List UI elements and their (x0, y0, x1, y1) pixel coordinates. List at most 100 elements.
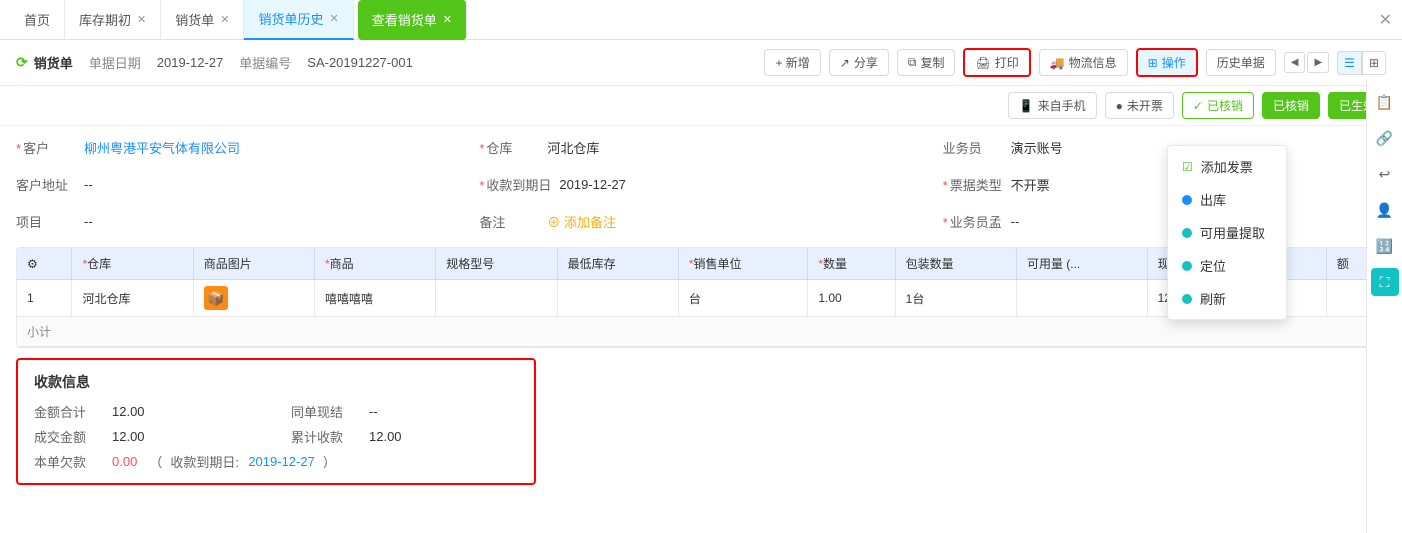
operate-button[interactable]: ⊞ 操作 (1136, 48, 1198, 77)
due-date-value: 2019-12-27 (559, 177, 626, 192)
outbound-icon (1182, 195, 1192, 205)
dropdown-menu: ☑ 添加发票 出库 可用量提取 定位 刷新 (1167, 145, 1287, 320)
notes-row: 备注 ⊕ 添加备注 (479, 212, 922, 231)
prev-button[interactable]: ◀ (1284, 52, 1306, 73)
customer-row: 客户 柳州粤港平安气体有限公司 (16, 138, 459, 157)
col-pkg-qty: 包装数量 (895, 248, 1016, 280)
tab-bar: 首页 库存期初 ✕ 销货单 ✕ 销货单历史 ✕ 查看销货单 ✕ ✕ (0, 0, 1402, 40)
col-gear[interactable]: ⚙ (17, 248, 72, 280)
check-icon: ✓ (1193, 99, 1203, 113)
project-row: 项目 -- (16, 212, 459, 231)
project-label: 项目 (16, 212, 76, 231)
locate-icon (1182, 261, 1192, 271)
tab-view-sales-close[interactable]: ✕ (443, 13, 452, 26)
history-button[interactable]: 历史单据 (1206, 49, 1276, 76)
tab-sales-order-close[interactable]: ✕ (220, 13, 229, 26)
add-notes-button[interactable]: ⊕ 添加备注 (547, 212, 616, 231)
next-button[interactable]: ▶ (1307, 52, 1329, 73)
tab-sales-order[interactable]: 销货单 ✕ (161, 0, 244, 40)
refresh-icon (1182, 294, 1192, 304)
owe-label: 本单欠款 (34, 452, 104, 471)
row-spec (436, 280, 557, 317)
confirmed-button[interactable]: ✓ 已核销 (1182, 92, 1254, 119)
deal-amount-label: 成交金额 (34, 427, 104, 446)
print-icon: 🖨 (975, 56, 990, 70)
row-product: 嘻嘻嘻嘻 (315, 280, 436, 317)
logistics-button[interactable]: 🚚 物流信息 (1039, 49, 1128, 76)
panel-user-icon[interactable]: 👤 (1371, 196, 1399, 224)
staff2-row: 业务员孟 -- (943, 212, 1386, 231)
owe-note-prefix: （ (149, 452, 162, 471)
panel-list-icon[interactable]: 🔢 (1371, 232, 1399, 260)
list-view-button[interactable]: ☰ (1337, 51, 1362, 75)
share-button[interactable]: ↗ 分享 (829, 49, 889, 76)
dropdown-available-qty[interactable]: 可用量提取 (1168, 216, 1286, 249)
dropdown-outbound[interactable]: 出库 (1168, 183, 1286, 216)
number-label: 单据编号 (239, 53, 291, 72)
panel-expand-icon[interactable]: ⛶ (1371, 268, 1399, 296)
new-button[interactable]: + 新增 (764, 49, 820, 76)
date-value: 2019-12-27 (157, 55, 224, 70)
add-notes-icon: ⊕ (547, 215, 560, 230)
amount-label: 金额合计 (34, 402, 104, 421)
ticket-type-value: 不开票 (1011, 175, 1050, 194)
row-available (1016, 280, 1147, 317)
panel-link-icon[interactable]: 🔗 (1371, 124, 1399, 152)
close-all-button[interactable]: ✕ (1379, 10, 1392, 30)
project-value: -- (84, 214, 93, 229)
not-opened-button[interactable]: ● 未开票 (1105, 92, 1174, 119)
cumulative-value: 12.00 (369, 429, 402, 444)
tab-sales-history[interactable]: 销货单历史 ✕ (244, 0, 353, 40)
payment-title: 收款信息 (34, 372, 518, 392)
warehouse-label: 仓库 (479, 138, 539, 157)
panel-undo-icon[interactable]: ↩ (1371, 160, 1399, 188)
col-unit: 销售单位 (678, 248, 808, 280)
logistics-icon: 🚚 (1050, 56, 1065, 70)
due-note-date: 2019-12-27 (248, 454, 315, 469)
tab-home[interactable]: 首页 (10, 0, 65, 40)
amount-row: 金额合计 12.00 (34, 402, 261, 421)
col-qty: 数量 (808, 248, 895, 280)
dropdown-locate[interactable]: 定位 (1168, 249, 1286, 282)
due-note-label: 收款到期日: (170, 452, 240, 471)
deal-amount-row: 成交金额 12.00 (34, 427, 261, 446)
customer-value[interactable]: 柳州粤港平安气体有限公司 (84, 138, 240, 157)
product-image: 📦 (204, 286, 228, 310)
tab-view-sales[interactable]: 查看销货单 ✕ (358, 0, 467, 40)
grid-view-button[interactable]: ⊞ (1362, 51, 1386, 75)
print-button[interactable]: 🖨 打印 (963, 48, 1030, 77)
doc-actions: + 新增 ↗ 分享 ⧉ 复制 🖨 打印 🚚 物流信息 ⊞ 操作 历 (764, 48, 1386, 77)
tab-sales-history-close[interactable]: ✕ (330, 12, 339, 25)
staff-label: 业务员 (943, 138, 1003, 157)
voided-button[interactable]: 已核销 (1262, 92, 1320, 119)
address-row: 客户地址 -- (16, 175, 459, 194)
tab-inventory-init-close[interactable]: ✕ (137, 13, 146, 26)
tab-inventory-init[interactable]: 库存期初 ✕ (65, 0, 161, 40)
doc-title-text: 销货单 (34, 53, 73, 72)
col-spec: 规格型号 (436, 248, 557, 280)
cumulative-label: 累计收款 (291, 427, 361, 446)
doc-meta: 单据日期 2019-12-27 单据编号 SA-20191227-001 (89, 53, 413, 72)
owe-row: 本单欠款 0.00 （ 收款到期日: 2019-12-27 ） (34, 452, 518, 471)
row-no: 1 (17, 280, 72, 317)
same-order-label: 同单现结 (291, 402, 361, 421)
payment-box: 收款信息 金额合计 12.00 同单现结 -- 成交金额 12.00 累计收款 … (16, 358, 536, 485)
panel-clipboard-icon[interactable]: 📋 (1371, 88, 1399, 116)
view-toggle: ☰ ⊞ (1337, 51, 1386, 75)
owe-note-suffix: ） (323, 452, 336, 471)
dropdown-refresh[interactable]: 刷新 (1168, 282, 1286, 315)
dropdown-add-invoice[interactable]: ☑ 添加发票 (1168, 150, 1286, 183)
from-phone-button[interactable]: 📱 来自手机 (1008, 92, 1097, 119)
amount-value: 12.00 (112, 404, 145, 419)
copy-icon: ⧉ (908, 55, 917, 70)
add-invoice-icon: ☑ (1182, 160, 1193, 174)
owe-value: 0.00 (112, 454, 137, 469)
staff-row: 业务员 演示账号 (943, 138, 1386, 157)
col-min-stock: 最低库存 (557, 248, 678, 280)
doc-header: ⟳ 销货单 单据日期 2019-12-27 单据编号 SA-20191227-0… (0, 40, 1402, 86)
col-warehouse: 仓库 (72, 248, 193, 280)
deal-amount-value: 12.00 (112, 429, 145, 444)
staff2-label: 业务员孟 (943, 212, 1003, 231)
copy-button[interactable]: ⧉ 复制 (897, 49, 956, 76)
due-date-row: 收款到期日 2019-12-27 (479, 175, 922, 194)
